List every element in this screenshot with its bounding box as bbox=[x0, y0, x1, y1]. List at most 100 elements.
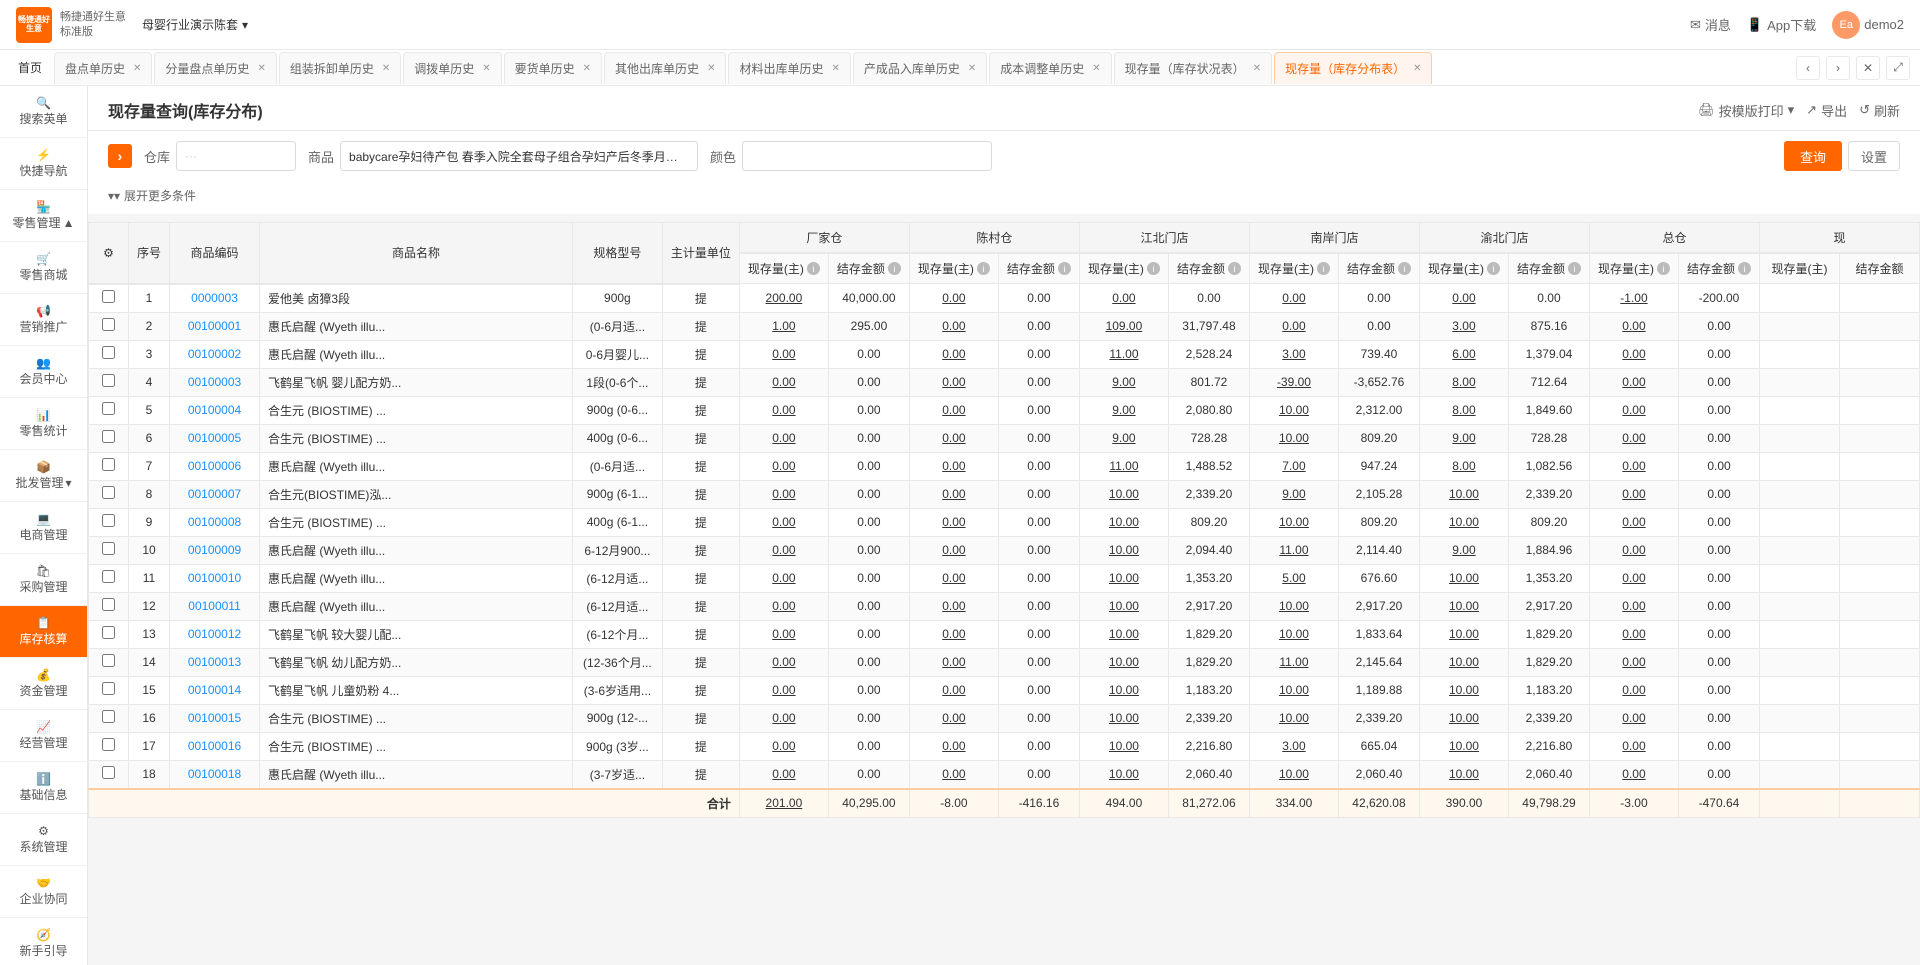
td-c1-qty[interactable]: 0.00 bbox=[739, 424, 828, 452]
td-c1-qty[interactable]: 1.00 bbox=[739, 312, 828, 340]
td-c2-qty[interactable]: 0.00 bbox=[909, 732, 998, 760]
td-c2-qty[interactable]: 0.00 bbox=[909, 592, 998, 620]
expand-more-btn[interactable]: ▾▾ 展开更多条件 bbox=[108, 187, 196, 204]
td-c3-qty[interactable]: 11.00 bbox=[1079, 452, 1168, 480]
tab-close-5[interactable]: ✕ bbox=[583, 63, 591, 74]
td-c5-qty[interactable]: 10.00 bbox=[1419, 676, 1508, 704]
td-t-qty[interactable]: 0.00 bbox=[1589, 704, 1678, 732]
sidebar-item-system[interactable]: ⚙ 系统管理 bbox=[0, 814, 87, 866]
td-c3-qty[interactable]: 10.00 bbox=[1079, 732, 1168, 760]
td-c5-qty[interactable]: 8.00 bbox=[1419, 452, 1508, 480]
sidebar-item-purchase[interactable]: 🛍 采购管理 bbox=[0, 554, 87, 606]
td-c5-qty[interactable]: 10.00 bbox=[1419, 620, 1508, 648]
td-c4-qty[interactable]: 10.00 bbox=[1249, 704, 1338, 732]
td-t-qty[interactable]: 0.00 bbox=[1589, 732, 1678, 760]
td-c5-qty[interactable]: 8.00 bbox=[1419, 368, 1508, 396]
td-c5-qty[interactable]: 10.00 bbox=[1419, 592, 1508, 620]
td-t-qty[interactable]: 0.00 bbox=[1589, 368, 1678, 396]
tab-6[interactable]: 其他出库单历史 ✕ bbox=[604, 52, 726, 84]
sidebar-item-ecommerce[interactable]: 💻 电商管理 bbox=[0, 502, 87, 554]
td-c4-qty[interactable]: 3.00 bbox=[1249, 340, 1338, 368]
info-icon-c4q[interactable]: i bbox=[1317, 262, 1330, 275]
tab-prev-btn[interactable]: ‹ bbox=[1796, 56, 1820, 80]
export-btn[interactable]: ↗ 导出 bbox=[1806, 101, 1847, 120]
print-btn[interactable]: 🖨 按模版打印 ▾ bbox=[1698, 101, 1794, 120]
td-c4-qty[interactable]: 10.00 bbox=[1249, 760, 1338, 789]
td-c1-qty[interactable]: 0.00 bbox=[739, 368, 828, 396]
td-c5-qty[interactable]: 10.00 bbox=[1419, 508, 1508, 536]
td-c2-qty[interactable]: 0.00 bbox=[909, 284, 998, 313]
td-c2-qty[interactable]: 0.00 bbox=[909, 368, 998, 396]
sidebar-item-nav[interactable]: ⚡ 快捷导航 bbox=[0, 138, 87, 190]
td-c2-qty[interactable]: 0.00 bbox=[909, 480, 998, 508]
td-c3-qty[interactable]: 10.00 bbox=[1079, 480, 1168, 508]
td-c1-qty[interactable]: 0.00 bbox=[739, 564, 828, 592]
td-c5-qty[interactable]: 8.00 bbox=[1419, 396, 1508, 424]
info-icon-c1a[interactable]: i bbox=[888, 262, 901, 275]
info-icon-c2a[interactable]: i bbox=[1058, 262, 1071, 275]
td-t-qty[interactable]: 0.00 bbox=[1589, 312, 1678, 340]
expand-search-btn[interactable]: › bbox=[108, 144, 132, 168]
tab-10[interactable]: 现存量（库存状况表） ✕ bbox=[1114, 52, 1272, 84]
tab-close-7[interactable]: ✕ bbox=[831, 63, 839, 74]
td-c1-qty[interactable]: 0.00 bbox=[739, 508, 828, 536]
td-c5-qty[interactable]: 10.00 bbox=[1419, 760, 1508, 789]
td-c3-qty[interactable]: 11.00 bbox=[1079, 340, 1168, 368]
td-t-qty[interactable]: 0.00 bbox=[1589, 452, 1678, 480]
td-c4-qty[interactable]: 10.00 bbox=[1249, 592, 1338, 620]
td-c5-qty[interactable]: 9.00 bbox=[1419, 536, 1508, 564]
td-t-qty[interactable]: 0.00 bbox=[1589, 620, 1678, 648]
info-icon-c3q[interactable]: i bbox=[1147, 262, 1160, 275]
td-c1-qty[interactable]: 200.00 bbox=[739, 284, 828, 313]
td-checkbox[interactable] bbox=[89, 396, 129, 424]
tab-4[interactable]: 调拨单历史 ✕ bbox=[403, 52, 501, 84]
td-checkbox[interactable] bbox=[89, 648, 129, 676]
td-c1-qty[interactable]: 0.00 bbox=[739, 732, 828, 760]
td-checkbox[interactable] bbox=[89, 536, 129, 564]
td-c5-qty[interactable]: 10.00 bbox=[1419, 648, 1508, 676]
td-c2-qty[interactable]: 0.00 bbox=[909, 452, 998, 480]
footer-c1-qty[interactable]: 201.00 bbox=[739, 789, 828, 818]
tab-7[interactable]: 材料出库单历史 ✕ bbox=[728, 52, 850, 84]
td-c3-qty[interactable]: 10.00 bbox=[1079, 564, 1168, 592]
td-c1-qty[interactable]: 0.00 bbox=[739, 704, 828, 732]
td-c4-qty[interactable]: 5.00 bbox=[1249, 564, 1338, 592]
sidebar-item-inventory[interactable]: 📋 库存核算 bbox=[0, 606, 87, 658]
td-c1-qty[interactable]: 0.00 bbox=[739, 760, 828, 789]
td-c3-qty[interactable]: 10.00 bbox=[1079, 648, 1168, 676]
td-checkbox[interactable] bbox=[89, 704, 129, 732]
td-c4-qty[interactable]: 10.00 bbox=[1249, 424, 1338, 452]
message-btn[interactable]: ✉ 消息 bbox=[1690, 15, 1731, 34]
tab-close-all-btn[interactable]: ✕ bbox=[1856, 56, 1880, 80]
tab-close-6[interactable]: ✕ bbox=[707, 63, 715, 74]
td-c3-qty[interactable]: 10.00 bbox=[1079, 676, 1168, 704]
tab-8[interactable]: 产成品入库单历史 ✕ bbox=[853, 52, 987, 84]
tab-close-8[interactable]: ✕ bbox=[968, 63, 976, 74]
td-c2-qty[interactable]: 0.00 bbox=[909, 508, 998, 536]
td-c4-qty[interactable]: 0.00 bbox=[1249, 312, 1338, 340]
td-c3-qty[interactable]: 109.00 bbox=[1079, 312, 1168, 340]
tab-2[interactable]: 分量盘点单历史 ✕ bbox=[154, 52, 276, 84]
tab-close-10[interactable]: ✕ bbox=[1253, 63, 1261, 74]
settings-btn[interactable]: 设置 bbox=[1848, 141, 1900, 171]
color-input[interactable] bbox=[742, 141, 992, 171]
sidebar-item-wholesale[interactable]: 📦 批发管理 ▾ bbox=[0, 450, 87, 502]
td-c5-qty[interactable]: 10.00 bbox=[1419, 564, 1508, 592]
td-checkbox[interactable] bbox=[89, 732, 129, 760]
td-checkbox[interactable] bbox=[89, 508, 129, 536]
td-c3-qty[interactable]: 10.00 bbox=[1079, 536, 1168, 564]
td-t-qty[interactable]: 0.00 bbox=[1589, 508, 1678, 536]
footer-t-qty[interactable]: -3.00 bbox=[1589, 789, 1678, 818]
td-t-qty[interactable]: 0.00 bbox=[1589, 340, 1678, 368]
td-checkbox[interactable] bbox=[89, 564, 129, 592]
td-c4-qty[interactable]: 10.00 bbox=[1249, 620, 1338, 648]
info-icon-tq[interactable]: i bbox=[1657, 262, 1670, 275]
tab-close-3[interactable]: ✕ bbox=[382, 63, 390, 74]
sidebar-item-retail-mgmt[interactable]: 🏪 零售管理 ▲ bbox=[0, 190, 87, 242]
td-c4-qty[interactable]: 11.00 bbox=[1249, 648, 1338, 676]
tab-expand-btn[interactable]: ⤢ bbox=[1886, 56, 1910, 80]
goods-input[interactable]: babycare孕妇待产包 春季入院全套母子组合孕妇产后冬季月子用品 22件套 … bbox=[340, 141, 698, 171]
td-c2-qty[interactable]: 0.00 bbox=[909, 704, 998, 732]
td-c2-qty[interactable]: 0.00 bbox=[909, 312, 998, 340]
td-t-qty[interactable]: 0.00 bbox=[1589, 536, 1678, 564]
